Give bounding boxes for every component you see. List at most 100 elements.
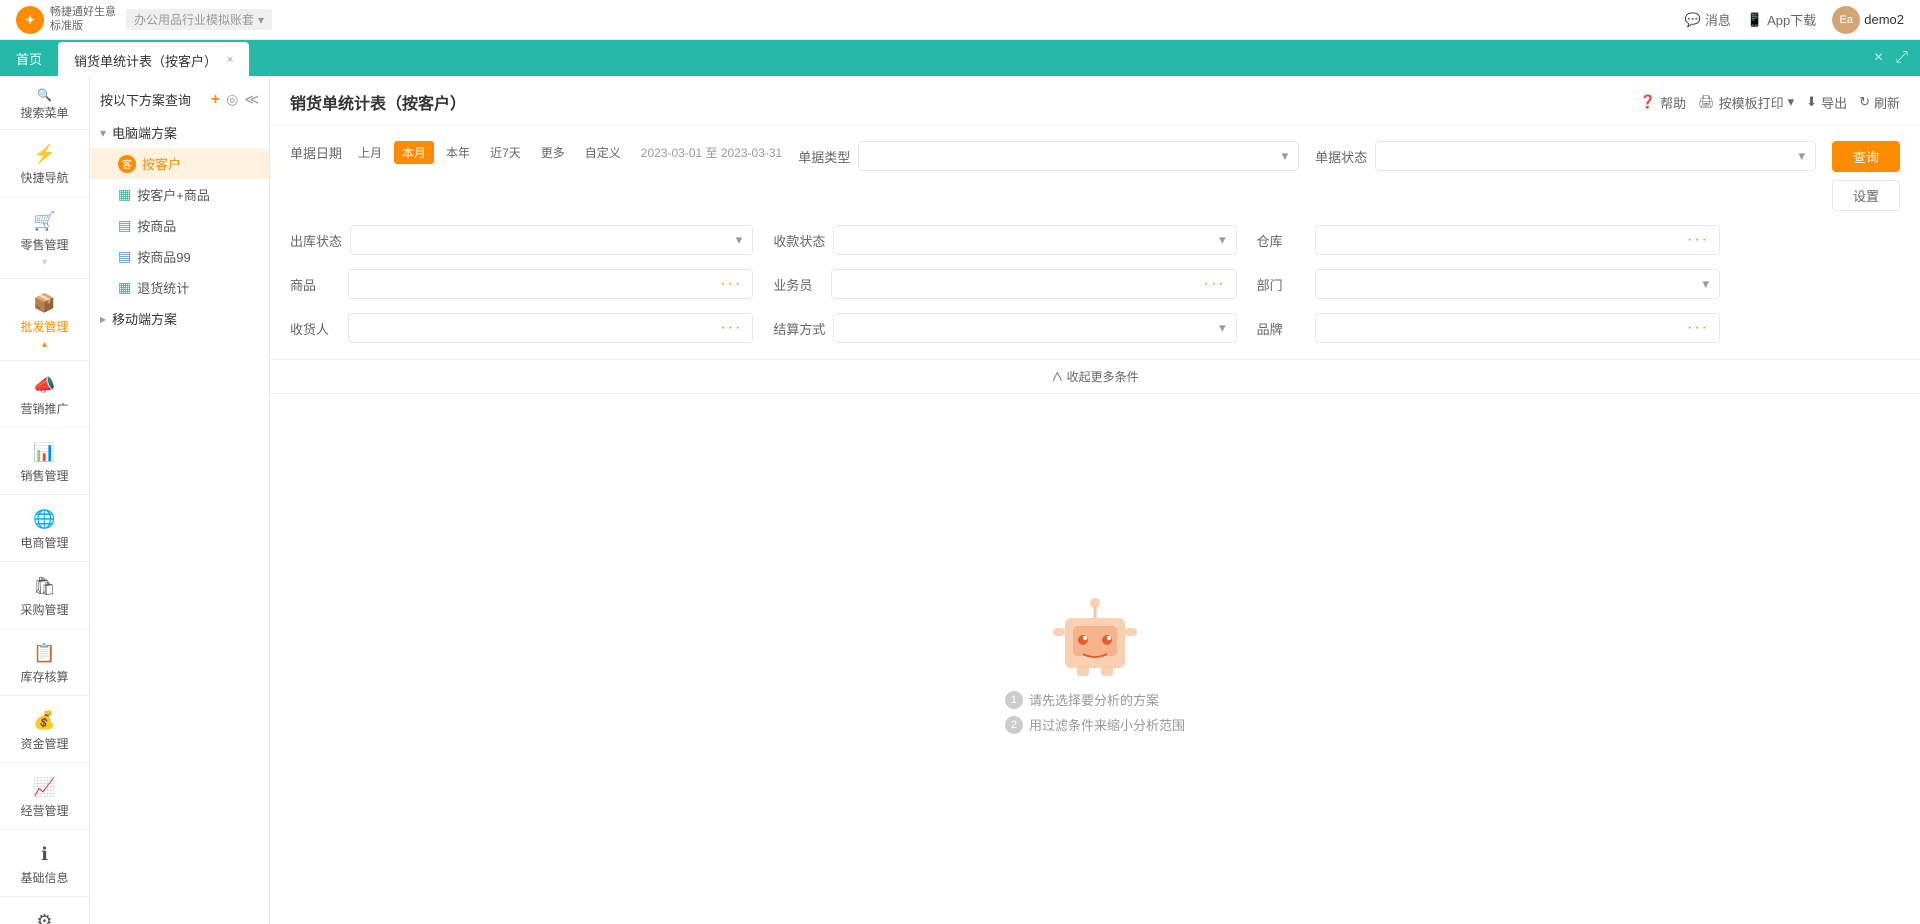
scheme-settings-icon[interactable]: ◎: [226, 91, 238, 108]
out-status-label: 出库状态: [290, 231, 342, 250]
tree-section-desktop[interactable]: ▾ 电脑端方案: [90, 117, 269, 148]
export-icon: ⬇: [1806, 94, 1817, 110]
sidebar-item-operations[interactable]: 📈 经营管理: [0, 763, 89, 830]
scheme-add-icon[interactable]: +: [211, 91, 220, 109]
sidebar-item-inventory[interactable]: 📋 库存核算: [0, 629, 89, 696]
setting-button[interactable]: 设置: [1832, 180, 1900, 211]
tab-bar: 首页 销货单统计表（按客户） × × ⤢: [0, 40, 1920, 76]
receipt-status-control[interactable]: ▾: [833, 225, 1236, 255]
empty-tips: 1 请先选择要分析的方案 2 用过滤条件来缩小分析范围: [1005, 690, 1185, 740]
help-icon: ❓: [1640, 94, 1656, 110]
sidebar-item-retail[interactable]: 🛒 零售管理 ▾: [0, 197, 89, 279]
user-area[interactable]: Ea demo2: [1832, 6, 1904, 34]
tree-item-by-customer[interactable]: 客 按客户: [90, 148, 269, 179]
filter-item-warehouse: 仓库 ···: [1257, 225, 1720, 255]
date-tabs: 上月 本月 本年 近7天 更多 自定义: [350, 141, 629, 164]
brand-label: 品牌: [1257, 319, 1307, 338]
page-actions: ❓ 帮助 🖨 按模板打印 ▾ ⬇ 导出 ↻: [1640, 93, 1900, 112]
filter-item-dept: 部门 ▾: [1257, 269, 1720, 299]
date-tab-more[interactable]: 更多: [533, 141, 573, 164]
help-button[interactable]: ❓ 帮助: [1640, 93, 1686, 112]
order-status-arrow: ▾: [1798, 148, 1805, 164]
main-layout: 🔍 搜索菜单 ⚡ 快捷导航 🛒 零售管理 ▾ 📦 批发管理 ▴ 📣 营销推广 📊…: [0, 76, 1920, 924]
export-button[interactable]: ⬇ 导出: [1806, 93, 1847, 112]
tree-item-return-stats[interactable]: ▦ 退货统计: [90, 272, 269, 303]
search-icon: 🔍: [37, 88, 52, 102]
scheme-panel: 按以下方案查询 + ◎ ≪ ▾ 电脑端方案 客 按客户: [90, 76, 270, 924]
download-button[interactable]: 📱 App下载: [1747, 10, 1816, 29]
out-status-control[interactable]: ▾: [350, 225, 753, 255]
marketing-icon: 📣: [33, 375, 55, 396]
content-area: 按以下方案查询 + ◎ ≪ ▾ 电脑端方案 客 按客户: [90, 76, 1920, 924]
filter-item-goods: 商品 ···: [290, 269, 753, 299]
download-icon: 📱: [1747, 12, 1763, 28]
sidebar-item-finance[interactable]: 💰 资金管理: [0, 696, 89, 763]
consignee-label: 收货人: [290, 319, 340, 338]
tree-section-mobile[interactable]: ▸ 移动端方案: [90, 303, 269, 334]
date-tab-last-7days[interactable]: 近7天: [482, 141, 529, 164]
order-type-control[interactable]: ▾: [858, 141, 1299, 171]
sidebar-item-basic[interactable]: ℹ 基础信息: [0, 830, 89, 897]
filter-item-salesperson: 业务员 ···: [773, 269, 1236, 299]
filter-item-consignee: 收货人 ···: [290, 313, 753, 343]
scheme-panel-actions: + ◎ ≪: [211, 91, 259, 109]
order-status-control[interactable]: ▾: [1375, 141, 1816, 171]
app-selector[interactable]: 办公用品行业模拟账套 ▾: [126, 9, 272, 30]
table-icon-1: ▤: [118, 217, 131, 234]
main-content: 销货单统计表（按客户） ❓ 帮助 🖨 按模板打印 ▾ ⬇: [270, 76, 1920, 924]
message-button[interactable]: 💬 消息: [1685, 10, 1731, 29]
window-maximize-icon[interactable]: ⤢: [1895, 49, 1908, 67]
consignee-control[interactable]: ···: [348, 313, 753, 343]
quick-nav-icon: ⚡: [33, 144, 55, 165]
tree-item-by-goods[interactable]: ▤ 按商品: [90, 210, 269, 241]
tree-item-by-customer-goods[interactable]: ▦ 按客户+商品: [90, 179, 269, 210]
wholesale-icon: 📦: [33, 293, 55, 314]
receipt-status-arrow: ▾: [1219, 232, 1226, 248]
sales-icon: 📊: [33, 442, 55, 463]
app-selector-arrow: ▾: [258, 13, 264, 27]
chart-icon-1: ▦: [118, 186, 131, 203]
goods-control[interactable]: ···: [348, 269, 753, 299]
tab-home[interactable]: 首页: [0, 40, 58, 76]
scheme-collapse-icon[interactable]: ≪: [244, 91, 259, 108]
sidebar-item-sales[interactable]: 📊 销售管理: [0, 428, 89, 495]
date-tab-last-month[interactable]: 上月: [350, 141, 390, 164]
date-tab-this-year[interactable]: 本年: [438, 141, 478, 164]
sidebar-item-wholesale[interactable]: 📦 批发管理 ▴: [0, 279, 89, 361]
sidebar-search[interactable]: 🔍 搜索菜单: [0, 76, 89, 130]
filter-item-out-status: 出库状态 ▾: [290, 225, 753, 255]
date-tab-this-month[interactable]: 本月: [394, 141, 434, 164]
brand-control[interactable]: ···: [1315, 313, 1720, 343]
query-button[interactable]: 查询: [1832, 141, 1900, 172]
window-close-icon[interactable]: ×: [1874, 49, 1883, 67]
settlement-control[interactable]: ▾: [833, 313, 1236, 343]
collapse-bar[interactable]: ∧ 收起更多条件: [270, 360, 1920, 394]
refresh-button[interactable]: ↻ 刷新: [1859, 93, 1900, 112]
page-title-bar: 销货单统计表（按客户） ❓ 帮助 🖨 按模板打印 ▾ ⬇: [270, 76, 1920, 125]
tree-item-by-goods99[interactable]: ▤ 按商品99: [90, 241, 269, 272]
dept-control[interactable]: ▾: [1315, 269, 1720, 299]
logo-text: 畅捷通好生意 标准版: [50, 6, 116, 32]
empty-state-illustration: [1035, 578, 1155, 678]
sidebar-quick-nav[interactable]: ⚡ 快捷导航: [0, 130, 89, 197]
tree-expand-icon: ▾: [100, 126, 106, 140]
tab-sales-stats[interactable]: 销货单统计表（按客户） ×: [58, 42, 249, 78]
settlement-arrow: ▾: [1219, 320, 1226, 336]
warehouse-label: 仓库: [1257, 231, 1307, 250]
empty-state: 1 请先选择要分析的方案 2 用过滤条件来缩小分析范围: [270, 394, 1920, 924]
warehouse-control[interactable]: ···: [1315, 225, 1720, 255]
sidebar-item-marketing[interactable]: 📣 营销推广: [0, 361, 89, 428]
salesperson-dots: ···: [1204, 275, 1226, 293]
salesperson-label: 业务员: [773, 275, 823, 294]
sidebar-item-ecommerce[interactable]: 🌐 电商管理: [0, 495, 89, 562]
sidebar-item-system[interactable]: ⚙ 系统管理: [0, 897, 89, 924]
receipt-status-label: 收款状态: [773, 231, 825, 250]
goods-label: 商品: [290, 275, 340, 294]
tab-close-icon[interactable]: ×: [227, 54, 233, 66]
sidebar-item-purchase[interactable]: 🛍 采购管理: [0, 562, 89, 629]
filter-area: 单据日期 上月 本月 本年 近7天 更多 自定义 2023-03-01 至 20…: [270, 125, 1920, 360]
template-print-button[interactable]: 🖨 按模板打印 ▾: [1698, 93, 1794, 112]
top-header: ✦ 畅捷通好生意 标准版 办公用品行业模拟账套 ▾ 💬 消息 📱 App下载 E…: [0, 0, 1920, 40]
date-tab-custom[interactable]: 自定义: [577, 141, 629, 164]
salesperson-control[interactable]: ···: [831, 269, 1236, 299]
